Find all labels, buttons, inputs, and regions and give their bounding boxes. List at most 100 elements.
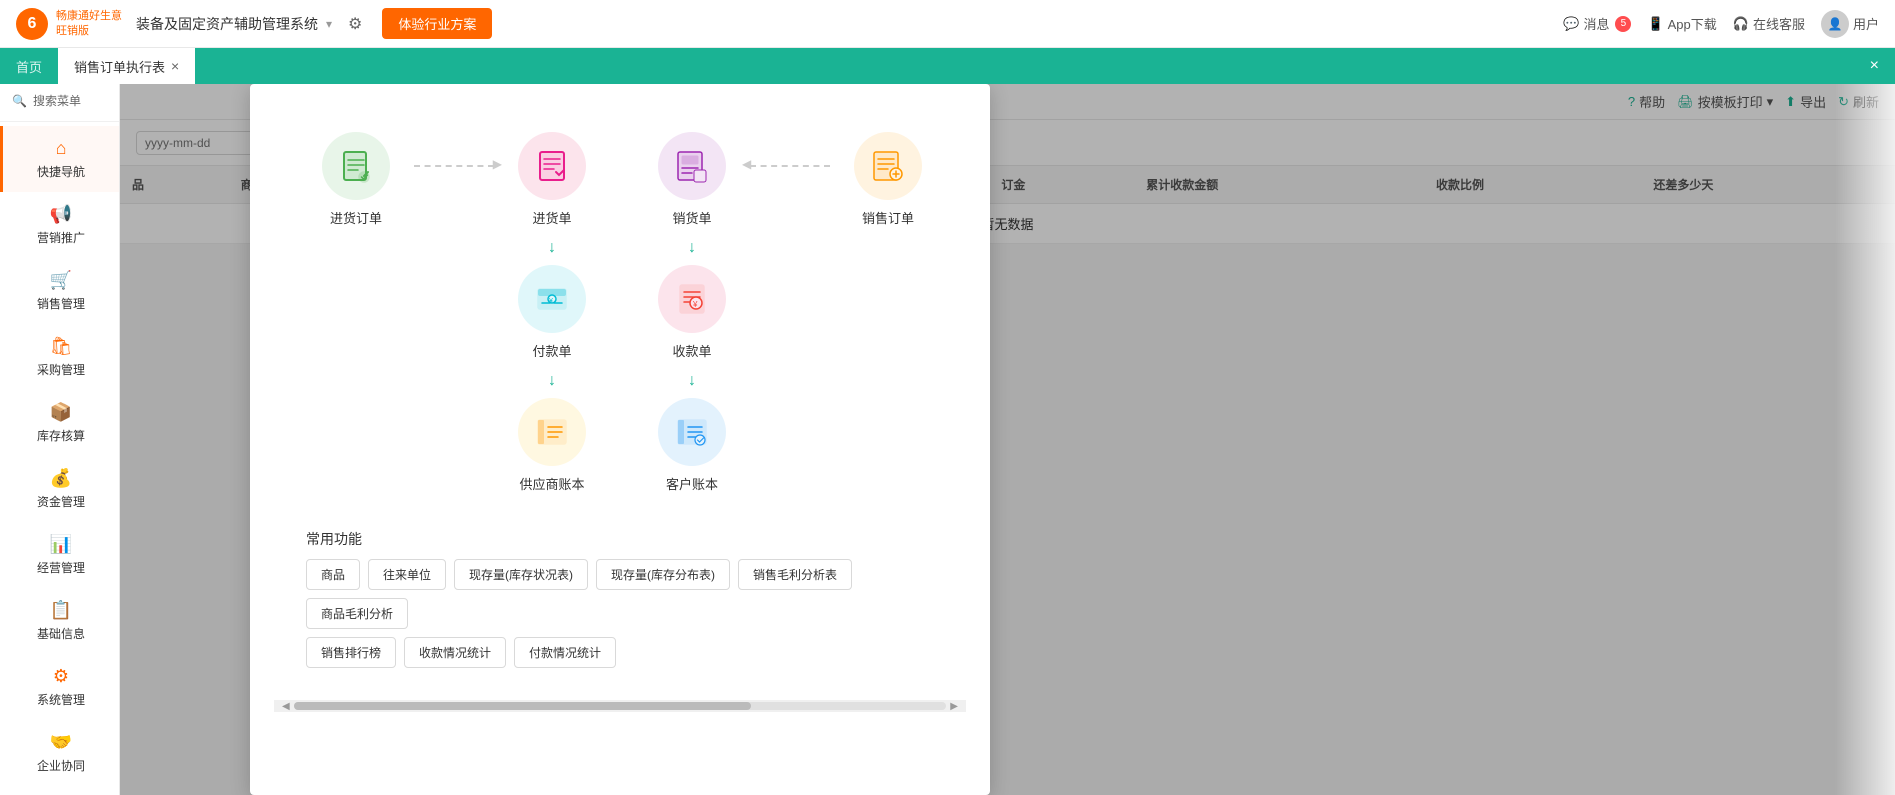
tab-home[interactable]: 首页 (0, 48, 58, 84)
header-right: 💬 消息 5 📱 App下载 🎧 在线客服 👤 用户 (1563, 10, 1879, 38)
purchase-bill-down-arrow: ↓ (502, 235, 602, 257)
tab-sales-order[interactable]: 销售订单执行表 × (58, 48, 195, 84)
sidebar-item-marketing[interactable]: 📢 营销推广 (0, 192, 119, 258)
sales-order-circle (854, 132, 922, 200)
inventory-icon: 📦 (50, 402, 72, 423)
purchase-icon: 🛍 (50, 336, 73, 357)
top-header: 6 畅康通好生意 旺销版 装备及固定资产辅助管理系统 ▾ ⚙ 体验行业方案 💬 … (0, 0, 1895, 48)
func-btn-sales-ranking[interactable]: 销售排行榜 (306, 637, 396, 668)
online-service-item[interactable]: 🎧 在线客服 (1733, 14, 1805, 33)
sidebar-item-sales[interactable]: 🛒 销售管理 (0, 258, 119, 324)
modal-overlay: 进货订单 (120, 84, 1895, 795)
sidebar-item-operations[interactable]: 📊 经营管理 (0, 522, 119, 588)
modal-scrollbar: ◀ ▶ (274, 700, 966, 712)
logo-area: 6 畅康通好生意 旺销版 (16, 8, 136, 40)
func-btn-inventory-status[interactable]: 现存量(库存状况表) (454, 559, 588, 590)
headset-icon: 🎧 (1733, 16, 1749, 32)
message-icon: 💬 (1563, 16, 1579, 32)
func-btn-contacts[interactable]: 往来单位 (368, 559, 446, 590)
operations-icon: 📊 (50, 534, 72, 555)
supplier-ledger-circle (518, 398, 586, 466)
logo-text: 畅康通好生意 旺销版 (56, 9, 122, 38)
collab-icon: 🤝 (50, 732, 72, 753)
sidebar-item-newbie[interactable]: 🔰 新手引导 (0, 786, 119, 795)
scroll-right-icon[interactable]: ▶ (946, 701, 962, 712)
wf-node-customer-ledger[interactable]: 客户账本 (642, 398, 742, 493)
wf-node-sales-order[interactable]: 销售订单 (838, 132, 938, 227)
func-btn-payment-stats[interactable]: 付款情况统计 (514, 637, 616, 668)
workflow-row-2: ¥ 付款单 (274, 257, 966, 368)
func-btns-row1: 商品 往来单位 现存量(库存状况表) 现存量(库存分布表) 销售毛利分析表 商品… (306, 559, 934, 629)
marketing-icon: 📢 (50, 204, 72, 225)
wf-node-purchase-bill[interactable]: 进货单 (502, 132, 602, 227)
customer-ledger-label: 客户账本 (666, 474, 718, 493)
down-arrow-icon-1: ↓ (548, 239, 556, 257)
sales-order-tab-label: 销售订单执行表 (74, 57, 165, 76)
message-item[interactable]: 💬 消息 5 (1563, 14, 1631, 33)
func-btn-inventory-dist[interactable]: 现存量(库存分布表) (596, 559, 730, 590)
sidebar-item-basic[interactable]: 📋 基础信息 (0, 588, 119, 654)
user-item[interactable]: 👤 用户 (1821, 10, 1879, 38)
settings-icon[interactable]: ⚙ (348, 14, 362, 34)
func-btn-product-profit[interactable]: 商品毛利分析 (306, 598, 408, 629)
func-btn-product[interactable]: 商品 (306, 559, 360, 590)
trial-button[interactable]: 体验行业方案 (382, 8, 492, 39)
app-download-item[interactable]: 📱 App下载 (1647, 14, 1716, 33)
modal-box: 进货订单 (250, 84, 990, 795)
sidebar-item-home[interactable]: ⌂ 快捷导航 (0, 126, 119, 192)
sidebar-item-purchase[interactable]: 🛍 采购管理 (0, 324, 119, 390)
receipt-bill-label: 收款单 (672, 341, 711, 360)
customer-ledger-circle (658, 398, 726, 466)
func-btn-sales-profit[interactable]: 销售毛利分析表 (738, 559, 852, 590)
sidebar-item-finance[interactable]: 💰 资金管理 (0, 456, 119, 522)
payment-down-arrow: ↓ (502, 368, 602, 390)
wf-node-supplier-ledger[interactable]: 供应商账本 (502, 398, 602, 493)
common-funcs: 常用功能 商品 往来单位 现存量(库存状况表) 现存量(库存分布表) 销售毛利分… (274, 517, 966, 692)
purchase-bill-label: 进货单 (532, 208, 571, 227)
system-title: 装备及固定资产辅助管理系统 (136, 14, 318, 34)
receipt-bill-circle: ¥ (658, 265, 726, 333)
workflow-row-3: 供应商账本 (274, 390, 966, 501)
system-title-area: 装备及固定资产辅助管理系统 ▾ ⚙ 体验行业方案 (136, 8, 1563, 39)
sidebar: 🔍 搜索菜单 ⌂ 快捷导航 📢 营销推广 🛒 销售管理 🛍 采购管理 📦 库存核… (0, 84, 120, 795)
wf-node-payment-bill[interactable]: ¥ 付款单 (502, 265, 602, 360)
workflow-row-1: 进货订单 (274, 124, 966, 235)
scrollbar-track[interactable] (294, 702, 947, 710)
logo-icon: 6 (16, 8, 48, 40)
search-icon: 🔍 (12, 94, 27, 108)
wf-node-receipt-bill[interactable]: ¥ 收款单 (642, 265, 742, 360)
search-menu[interactable]: 🔍 搜索菜单 (0, 84, 119, 117)
sidebar-item-system[interactable]: ⚙ 系统管理 (0, 654, 119, 720)
wf-node-purchase-order[interactable]: 进货订单 (306, 132, 406, 227)
purchase-order-label: 进货订单 (330, 208, 382, 227)
arrow-sales-order-to-bill: ◀ (742, 165, 838, 195)
payment-bill-circle: ¥ (518, 265, 586, 333)
func-btn-receipt-stats[interactable]: 收款情况统计 (404, 637, 506, 668)
sales-bill-label: 销货单 (672, 208, 711, 227)
workflow-arrows-row: ↓ ↓ (274, 235, 966, 257)
phone-icon: 📱 (1647, 16, 1663, 32)
tab-bar-close-icon[interactable]: × (1870, 57, 1879, 75)
sales-bill-circle (658, 132, 726, 200)
avatar: 👤 (1821, 10, 1849, 38)
scroll-left-icon[interactable]: ◀ (278, 701, 294, 712)
sidebar-item-collab[interactable]: 🤝 企业协同 (0, 720, 119, 786)
scrollbar-thumb (294, 702, 751, 710)
down-arrow-icon-2: ↓ (688, 239, 696, 257)
purchase-order-circle (322, 132, 390, 200)
func-btns-row2: 销售排行榜 收款情况统计 付款情况统计 (306, 637, 934, 668)
payment-bill-label: 付款单 (532, 341, 571, 360)
sidebar-item-inventory[interactable]: 📦 库存核算 (0, 390, 119, 456)
sales-order-label: 销售订单 (862, 208, 914, 227)
arrow-purchase-order-to-bill (406, 165, 502, 195)
svg-text:¥: ¥ (549, 298, 553, 305)
home-tab-label: 首页 (16, 57, 42, 76)
sales-icon: 🛒 (50, 270, 72, 291)
home-icon: ⌂ (56, 138, 67, 159)
wf-node-sales-bill[interactable]: 销货单 (642, 132, 742, 227)
workflow-diagram: 进货订单 (274, 108, 966, 517)
dropdown-arrow-icon[interactable]: ▾ (326, 17, 332, 31)
basic-icon: 📋 (50, 600, 72, 621)
tab-close-icon[interactable]: × (171, 58, 179, 74)
down-arrow-icon-3: ↓ (548, 372, 556, 390)
